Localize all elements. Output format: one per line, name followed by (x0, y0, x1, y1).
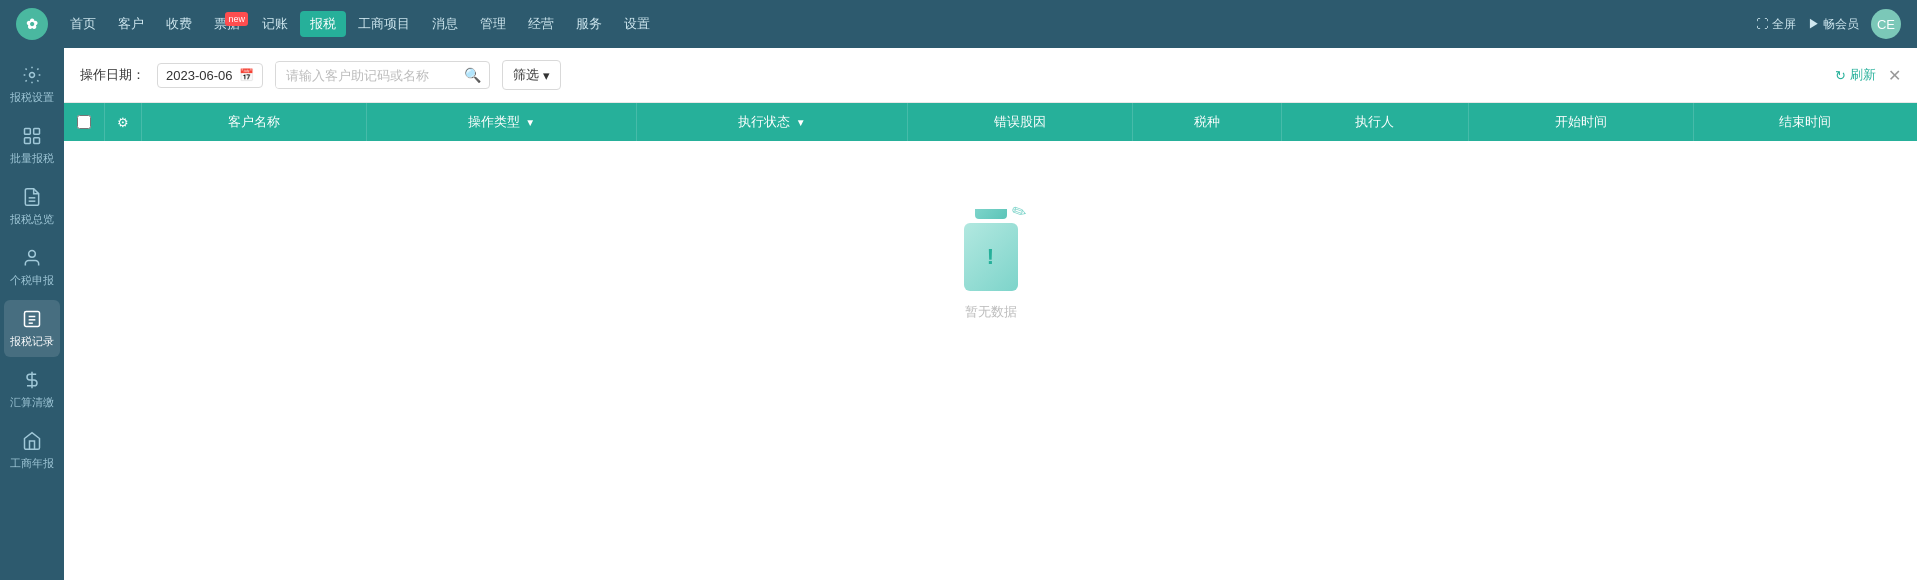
sidebar-item-tax-record[interactable]: 报税记录 (4, 300, 60, 357)
close-button[interactable]: ✕ (1888, 66, 1901, 85)
sidebar-item-personal-tax[interactable]: 个税申报 (4, 239, 60, 296)
th-checkbox (64, 103, 104, 141)
table-container: ⚙ 客户名称 操作类型 ▼ 执行状态 ▼ 错误股因 税种 执行人 开始时间 结束… (64, 103, 1917, 580)
avatar[interactable]: CE (1871, 9, 1901, 39)
main-layout: 报税设置批量报税报税总览个税申报报税记录汇算清缴工商年报 操作日期： 2023-… (0, 48, 1917, 580)
svg-rect-8 (25, 312, 40, 327)
sidebar-item-batch-tax[interactable]: 批量报税 (4, 117, 60, 174)
nav-item-客户[interactable]: 客户 (108, 11, 154, 37)
sidebar-item-annual-report[interactable]: 工商年报 (4, 422, 60, 479)
nav-item-工商项目[interactable]: 工商项目 (348, 11, 420, 37)
th-exec-status: 执行状态 ▼ (637, 103, 907, 141)
nav-items: 首页客户收费票据new记账报税工商项目消息管理经营服务设置 (60, 11, 660, 37)
toolbar: 操作日期： 2023-06-06 📅 🔍 筛选 ▾ ↻ 刷新 ✕ (64, 48, 1917, 103)
personal-tax-icon (21, 247, 43, 269)
fullscreen-btn[interactable]: ⛶ 全屏 (1756, 16, 1795, 33)
sidebar-item-tax-settings[interactable]: 报税设置 (4, 56, 60, 113)
sidebar-label-settlement: 汇算清缴 (10, 395, 54, 410)
search-button[interactable]: 🔍 (456, 62, 489, 88)
nav-item-票据[interactable]: 票据new (204, 11, 250, 37)
sidebar-label-tax-settings: 报税设置 (10, 90, 54, 105)
nav-item-消息[interactable]: 消息 (422, 11, 468, 37)
sidebar-label-annual-report: 工商年报 (10, 456, 54, 471)
date-picker[interactable]: 2023-06-06 📅 (157, 63, 263, 88)
logo-icon: ✿ (26, 16, 38, 32)
search-box: 🔍 (275, 61, 490, 89)
toolbar-right: ↻ 刷新 ✕ (1835, 66, 1901, 85)
top-nav-right: ⛶ 全屏 ▶ 畅会员 CE (1756, 9, 1901, 39)
table-header-row: ⚙ 客户名称 操作类型 ▼ 执行状态 ▼ 错误股因 税种 执行人 开始时间 结束… (64, 103, 1917, 141)
nav-item-服务[interactable]: 服务 (566, 11, 612, 37)
nav-item-设置[interactable]: 设置 (614, 11, 660, 37)
nav-item-首页[interactable]: 首页 (60, 11, 106, 37)
th-executor: 执行人 (1281, 103, 1468, 141)
empty-text: 暂无数据 (965, 303, 1017, 321)
member-btn[interactable]: ▶ 畅会员 (1808, 16, 1859, 33)
th-client-name: 客户名称 (141, 103, 366, 141)
sort-icon-exec-status[interactable]: ▼ (796, 117, 806, 128)
tax-settings-icon (21, 64, 43, 86)
annual-report-icon (21, 430, 43, 452)
nav-item-记账[interactable]: 记账 (252, 11, 298, 37)
search-input[interactable] (276, 63, 456, 88)
svg-rect-1 (25, 129, 31, 135)
th-end-time: 结束时间 (1693, 103, 1917, 141)
sidebar-label-personal-tax: 个税申报 (10, 273, 54, 288)
content-area: 操作日期： 2023-06-06 📅 🔍 筛选 ▾ ↻ 刷新 ✕ (64, 48, 1917, 580)
nav-item-收费[interactable]: 收费 (156, 11, 202, 37)
th-tax-type: 税种 (1132, 103, 1281, 141)
svg-rect-3 (25, 138, 31, 144)
top-navigation: ✿ 首页客户收费票据new记账报税工商项目消息管理经营服务设置 ⛶ 全屏 ▶ 畅… (0, 0, 1917, 48)
filter-label: 筛选 (513, 66, 539, 84)
nav-badge-票据: new (225, 12, 248, 26)
refresh-button[interactable]: ↻ 刷新 (1835, 66, 1876, 84)
sidebar-item-settlement[interactable]: 汇算清缴 (4, 361, 60, 418)
nav-item-经营[interactable]: 经营 (518, 11, 564, 37)
exclamation-icon: ! (987, 244, 994, 270)
sidebar-item-tax-overview[interactable]: 报税总览 (4, 178, 60, 235)
batch-tax-icon (21, 125, 43, 147)
th-start-time: 开始时间 (1468, 103, 1693, 141)
th-settings: ⚙ (104, 103, 141, 141)
tax-overview-icon (21, 186, 43, 208)
tax-record-icon (21, 308, 43, 330)
settings-icon[interactable]: ⚙ (117, 115, 129, 130)
empty-state: ✏ ! 暂无数据 (64, 141, 1917, 381)
records-table: ⚙ 客户名称 操作类型 ▼ 执行状态 ▼ 错误股因 税种 执行人 开始时间 结束… (64, 103, 1917, 381)
date-value: 2023-06-06 (166, 68, 233, 83)
nav-item-报税[interactable]: 报税 (300, 11, 346, 37)
svg-rect-2 (34, 129, 40, 135)
svg-point-7 (29, 251, 36, 258)
date-label: 操作日期： (80, 66, 145, 84)
filter-button[interactable]: 筛选 ▾ (502, 60, 561, 90)
sidebar-label-batch-tax: 批量报税 (10, 151, 54, 166)
app-logo[interactable]: ✿ (16, 8, 48, 40)
sort-icon-op-type[interactable]: ▼ (525, 117, 535, 128)
fullscreen-icon: ⛶ (1756, 17, 1768, 31)
pencil-icon: ✏ (1008, 199, 1030, 225)
th-op-type: 操作类型 ▼ (366, 103, 636, 141)
empty-icon: ✏ ! (951, 201, 1031, 291)
refresh-icon: ↻ (1835, 68, 1846, 83)
clipboard-top (975, 209, 1007, 219)
th-error-reason: 错误股因 (907, 103, 1132, 141)
sidebar-label-tax-record: 报税记录 (10, 334, 54, 349)
svg-point-0 (30, 73, 35, 78)
sidebar: 报税设置批量报税报税总览个税申报报税记录汇算清缴工商年报 (0, 48, 64, 580)
nav-item-管理[interactable]: 管理 (470, 11, 516, 37)
sidebar-label-tax-overview: 报税总览 (10, 212, 54, 227)
chevron-down-icon: ▾ (543, 68, 550, 83)
select-all-checkbox[interactable] (77, 115, 91, 129)
clipboard-icon: ! (964, 223, 1018, 291)
svg-rect-4 (34, 138, 40, 144)
calendar-icon: 📅 (239, 68, 254, 82)
settlement-icon (21, 369, 43, 391)
play-icon: ▶ (1808, 17, 1820, 31)
